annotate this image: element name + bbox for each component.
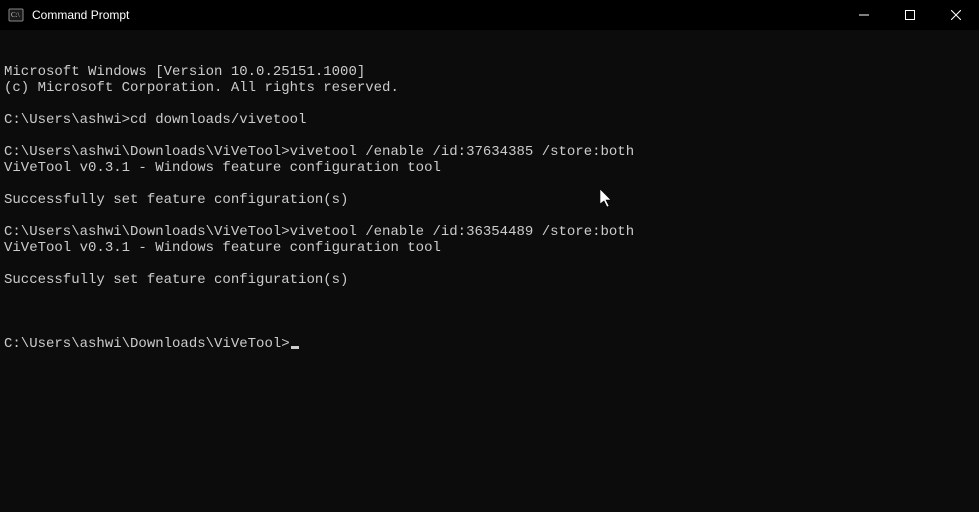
window-controls [841,0,979,30]
terminal-line: C:\Users\ashwi>cd downloads/vivetool [4,112,975,128]
minimize-icon [859,10,869,20]
terminal-line: Microsoft Windows [Version 10.0.25151.10… [4,64,975,80]
terminal-prompt: C:\Users\ashwi\Downloads\ViVeTool> [4,336,290,352]
terminal-line [4,128,975,144]
minimize-button[interactable] [841,0,887,30]
command-prompt-window: C:\ Command Prompt Micr [0,0,979,512]
terminal-line: Successfully set feature configuration(s… [4,192,975,208]
terminal-line: Successfully set feature configuration(s… [4,272,975,288]
terminal-line [4,96,975,112]
terminal-line: ViVeTool v0.3.1 - Windows feature config… [4,160,975,176]
maximize-button[interactable] [887,0,933,30]
terminal-cursor [291,346,299,349]
terminal-line: C:\Users\ashwi\Downloads\ViVeTool>viveto… [4,224,975,240]
terminal-line: ViVeTool v0.3.1 - Windows feature config… [4,240,975,256]
terminal-line: C:\Users\ashwi\Downloads\ViVeTool>viveto… [4,144,975,160]
terminal-line [4,176,975,192]
terminal-content[interactable]: Microsoft Windows [Version 10.0.25151.10… [0,30,979,512]
terminal-line: (c) Microsoft Corporation. All rights re… [4,80,975,96]
window-title: Command Prompt [32,8,841,22]
cmd-icon: C:\ [8,7,24,23]
terminal-line [4,288,975,304]
titlebar[interactable]: C:\ Command Prompt [0,0,979,30]
terminal-line [4,256,975,272]
close-button[interactable] [933,0,979,30]
maximize-icon [905,10,915,20]
svg-text:C:\: C:\ [11,11,20,19]
terminal-line [4,208,975,224]
terminal-prompt-line: C:\Users\ashwi\Downloads\ViVeTool> [4,336,975,352]
close-icon [951,10,961,20]
